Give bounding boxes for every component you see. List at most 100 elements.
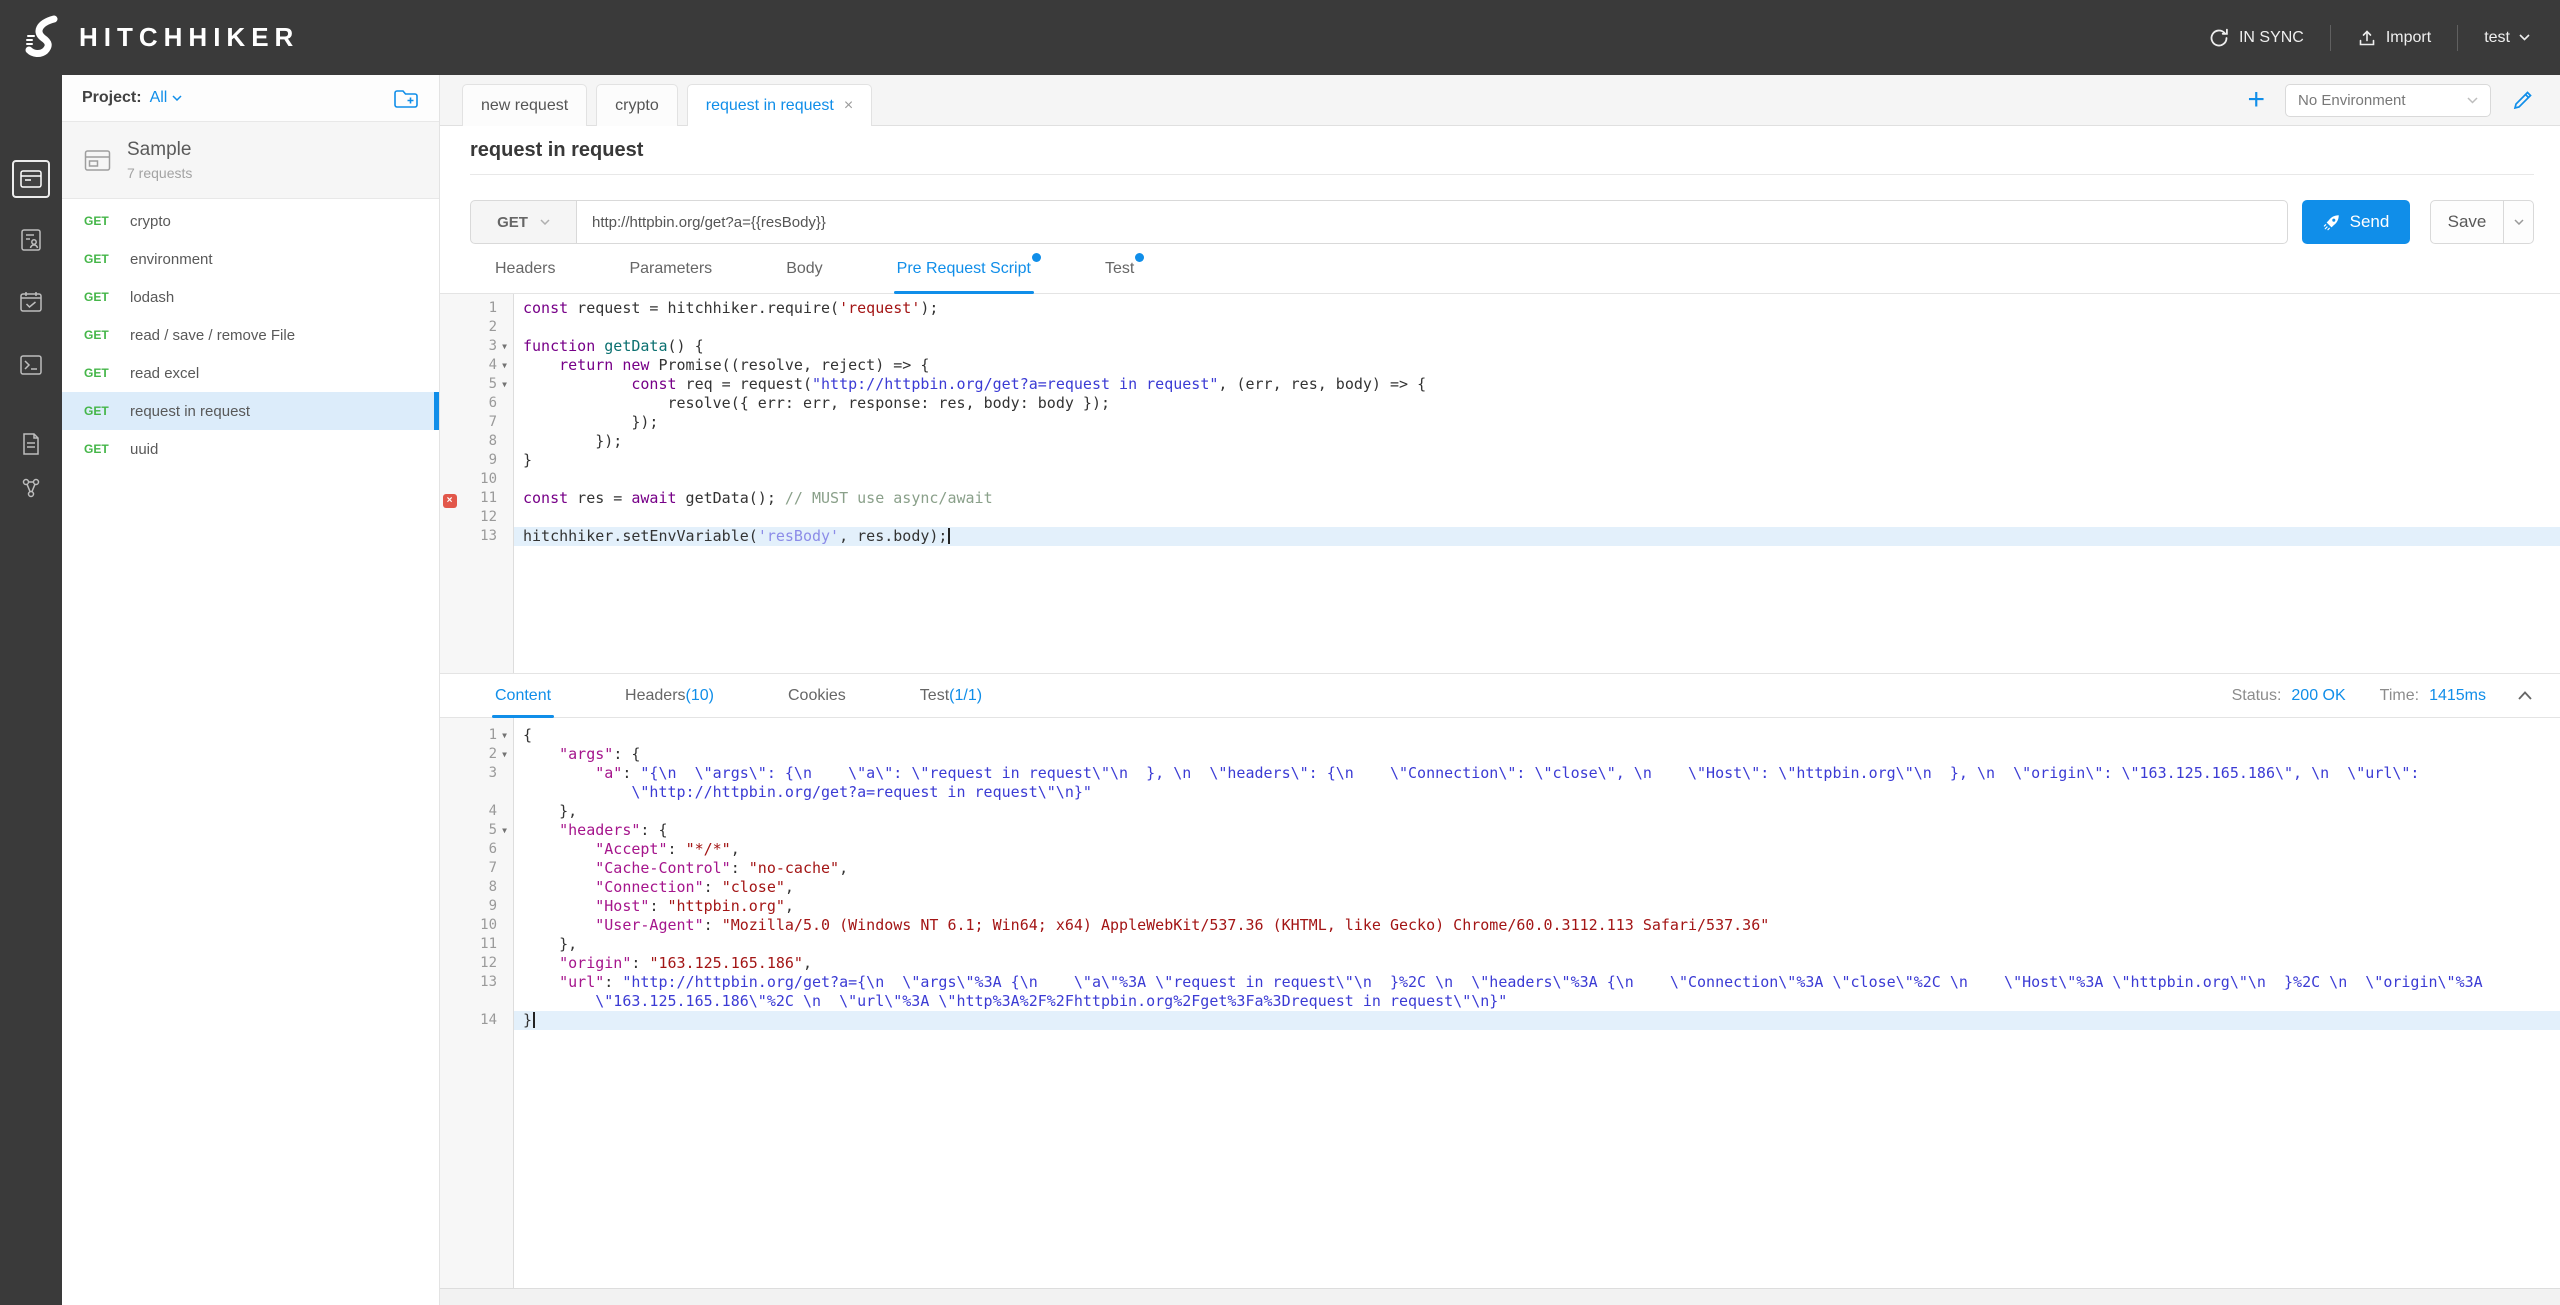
save-options-button[interactable] [2503, 201, 2533, 243]
response-tab[interactable]: Test (1/1) [920, 674, 982, 717]
send-label: Send [2349, 212, 2390, 231]
code-line-text[interactable]: const req = request("http://httpbin.org/… [514, 375, 2560, 394]
sync-status[interactable]: IN SYNC [2208, 27, 2304, 49]
fold-arrow-icon[interactable]: ▼ [497, 356, 512, 375]
code-line-text[interactable]: "User-Agent": "Mozilla/5.0 (Windows NT 6… [514, 916, 2560, 935]
method-select[interactable]: GET [470, 200, 576, 244]
rocket-icon [2323, 215, 2339, 231]
app-logo: HITCHHIKER [24, 15, 299, 61]
user-menu[interactable]: test [2484, 29, 2530, 47]
fold-arrow-icon[interactable]: ▼ [497, 821, 512, 840]
code-line: 7 }); [440, 413, 2560, 432]
schedule-icon[interactable] [18, 289, 44, 315]
code-line-text[interactable]: }); [514, 413, 2560, 432]
close-icon[interactable]: × [844, 97, 853, 115]
fold-arrow-icon[interactable]: ▼ [497, 337, 512, 356]
open-tabs: new request crypto request in request × [462, 84, 2247, 126]
code-line-text[interactable]: } [514, 1011, 2560, 1030]
edit-environment-button[interactable] [2511, 89, 2534, 112]
time-label: Time: [2379, 686, 2420, 704]
code-line-text[interactable]: "Connection": "close", [514, 878, 2560, 897]
request-tab[interactable]: Test [1104, 244, 1145, 293]
fold-arrow-icon[interactable]: ▼ [497, 726, 512, 745]
fold-arrow-icon[interactable]: ▼ [497, 375, 512, 394]
request-list-item[interactable]: GET request in request [62, 392, 439, 430]
code-line-text[interactable]: return new Promise((resolve, reject) => … [514, 356, 2560, 375]
code-line-text[interactable]: function getData() { [514, 337, 2560, 356]
code-line: 2 [440, 318, 2560, 337]
chevron-up-icon [2518, 691, 2532, 700]
response-tab[interactable]: Cookies [788, 674, 846, 717]
gutter-cell: 4 [440, 802, 514, 821]
import-button[interactable]: Import [2357, 28, 2431, 48]
line-number: 1 [488, 300, 497, 316]
code-line-text[interactable]: "origin": "163.125.165.186", [514, 954, 2560, 973]
code-line-text[interactable]: { [514, 726, 2560, 745]
code-line-text[interactable]: "args": { [514, 745, 2560, 764]
response-tab[interactable]: Content [491, 674, 555, 718]
request-list-item[interactable]: GET environment [62, 240, 439, 278]
response-tab-label: Headers [625, 686, 686, 704]
code-line-text[interactable]: }, [514, 802, 2560, 821]
save-button[interactable]: Save [2431, 201, 2503, 243]
unsaved-dot [1135, 253, 1145, 262]
method-badge: GET [84, 252, 109, 266]
request-list-item[interactable]: GET uuid [62, 430, 439, 468]
code-line-text[interactable]: }); [514, 432, 2560, 451]
add-tab-button[interactable]: + [2247, 85, 2265, 115]
code-line-text[interactable]: "headers": { [514, 821, 2560, 840]
open-tab[interactable]: request in request × [686, 84, 873, 126]
request-tab-label: Headers [495, 259, 556, 277]
open-tab[interactable]: crypto [596, 84, 678, 126]
code-line-text[interactable]: "Cache-Control": "no-cache", [514, 859, 2560, 878]
code-line: 1 ▼{ [440, 726, 2560, 745]
gutter-cell: 12 [440, 954, 514, 973]
code-line-text[interactable] [514, 508, 2560, 527]
request-tab[interactable]: Headers [495, 244, 555, 293]
error-marker-icon: × [442, 494, 457, 508]
request-tab[interactable]: Body [786, 244, 822, 293]
code-line-text[interactable] [514, 470, 2560, 489]
project-nodes-icon[interactable] [18, 475, 44, 501]
code-line-text[interactable]: resolve({ err: err, response: res, body:… [514, 394, 2560, 413]
code-line-text[interactable]: const res = await getData(); // MUST use… [514, 489, 2560, 508]
send-button[interactable]: Send [2302, 200, 2410, 244]
code-line-text[interactable]: "a": "{\n \"args\": {\n \"a\": \"request… [514, 764, 2560, 802]
request-tab[interactable]: Parameters [629, 244, 712, 293]
request-tab[interactable]: Pre Request Script [893, 244, 1041, 294]
gutter-cell: 4 ▼ [440, 356, 514, 375]
fold-arrow-icon[interactable]: ▼ [497, 745, 512, 764]
request-bar: GET Send Save [470, 200, 2534, 244]
environment-select[interactable]: No Environment [2285, 83, 2491, 117]
line-number: 3 [488, 338, 497, 354]
code-line-text[interactable]: hitchhiker.setEnvVariable('resBody', res… [514, 527, 2560, 546]
request-tab-label: Test [1104, 259, 1135, 277]
new-collection-button[interactable] [393, 87, 419, 109]
collections-icon[interactable] [12, 160, 50, 198]
code-line: 12 [440, 508, 2560, 527]
response-tab[interactable]: Headers (10) [625, 674, 714, 717]
request-list-item[interactable]: GET read excel [62, 354, 439, 392]
code-line-text[interactable]: "url": "http://httpbin.org/get?a={\n \"a… [514, 973, 2560, 1011]
code-line-text[interactable]: const request = hitchhiker.require('requ… [514, 299, 2560, 318]
code-line-text[interactable] [514, 318, 2560, 337]
request-list-item[interactable]: GET read / save / remove File [62, 316, 439, 354]
collapse-response-button[interactable] [2518, 691, 2532, 700]
request-list-item[interactable]: GET crypto [62, 202, 439, 240]
project-filter-select[interactable]: All [150, 89, 183, 107]
api-document-icon[interactable] [18, 227, 44, 253]
code-line-text[interactable]: "Host": "httpbin.org", [514, 897, 2560, 916]
chevron-down-icon [540, 219, 550, 225]
document-icon[interactable] [18, 431, 44, 457]
code-line-text[interactable]: "Accept": "*/*", [514, 840, 2560, 859]
collection-item[interactable]: Sample 7 requests [62, 122, 439, 199]
method-badge: GET [84, 290, 109, 304]
pre-request-script-editor[interactable]: 1 const request = hitchhiker.require('req… [440, 294, 2560, 673]
code-line-text[interactable]: }, [514, 935, 2560, 954]
response-body-viewer[interactable]: 1 ▼{2 ▼ "args": {3 "a": "{\n \"args\": {\n… [440, 718, 2560, 1289]
terminal-icon[interactable] [18, 352, 44, 378]
url-input[interactable] [576, 200, 2288, 244]
code-line-text[interactable]: } [514, 451, 2560, 470]
open-tab[interactable]: new request [462, 84, 588, 126]
request-list-item[interactable]: GET lodash [62, 278, 439, 316]
